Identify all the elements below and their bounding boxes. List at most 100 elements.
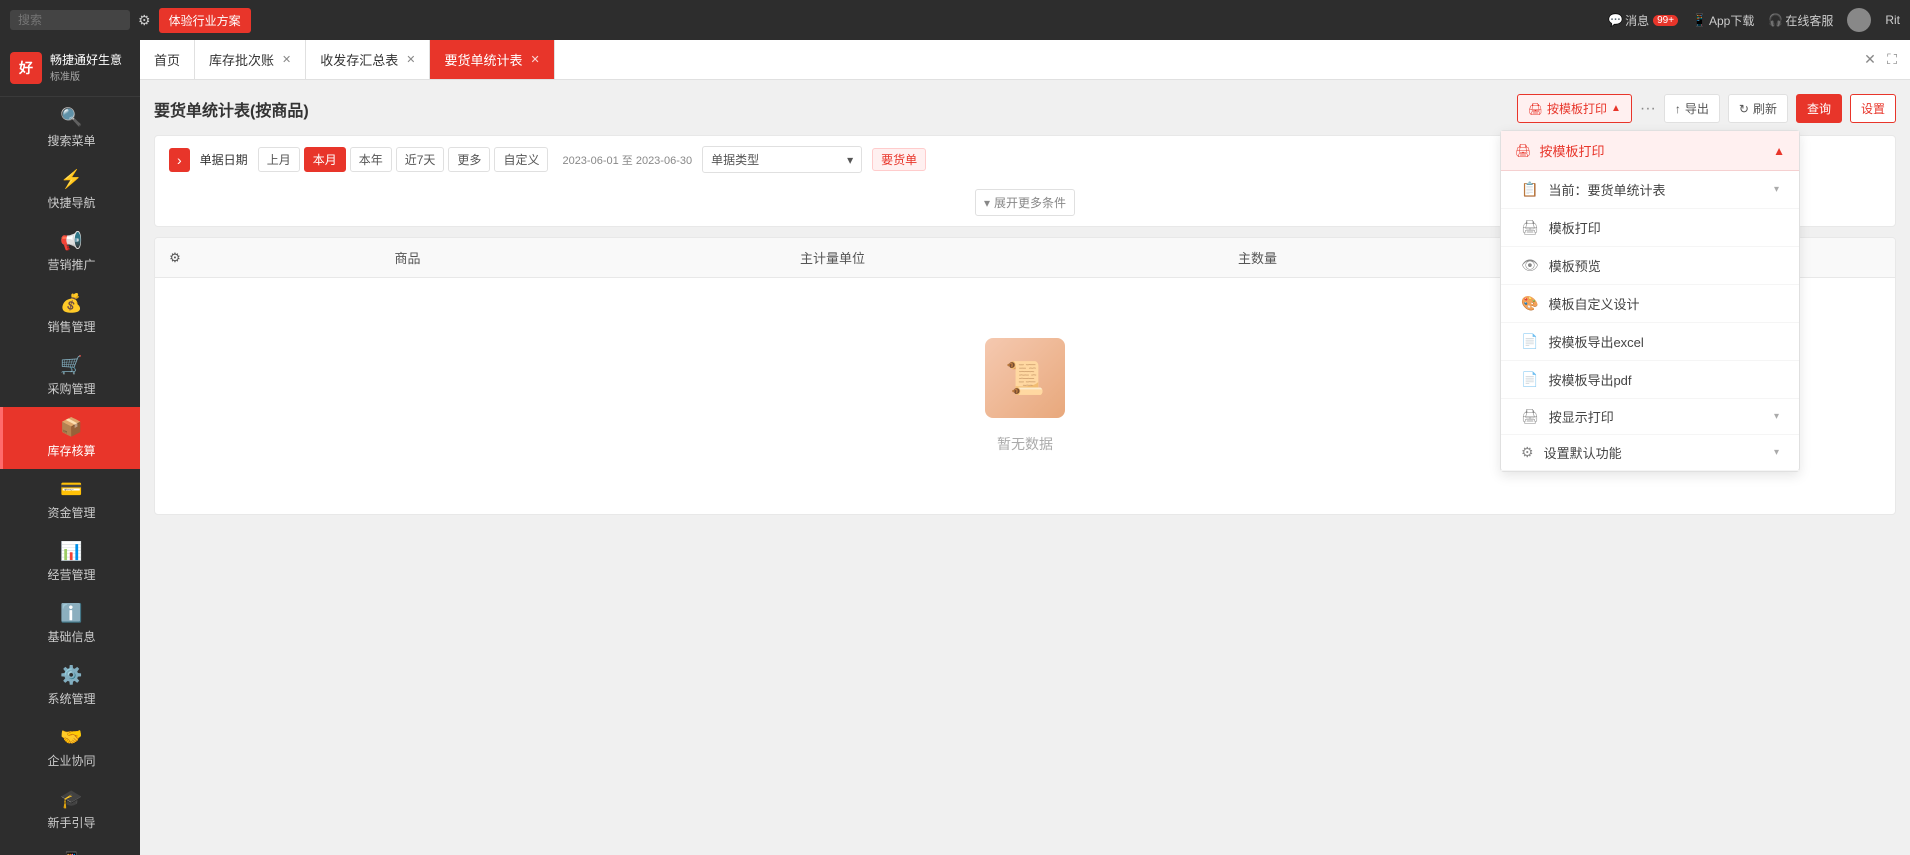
app-icon: 📱 <box>1692 13 1707 27</box>
content-area: 首页 库存批次账 ✕ 收发存汇总表 ✕ 要货单统计表 ✕ ✕ ⛶ <box>140 40 1910 855</box>
query-btn[interactable]: 查询 <box>1796 94 1842 123</box>
goods-tag[interactable]: 要货单 <box>872 148 926 171</box>
sidebar-item-appstore[interactable]: 📱 应用中心 <box>0 841 140 855</box>
empty-icon: 📜 <box>985 338 1065 418</box>
print-dropdown-title: 按模板打印 <box>1540 141 1605 160</box>
refresh-label: 刷新 <box>1753 100 1777 117</box>
search-input[interactable] <box>10 10 130 30</box>
filter-expand-left[interactable]: › <box>169 148 190 172</box>
sidebar-item-sales[interactable]: 💰 销售管理 <box>0 283 140 345</box>
sidebar-item-newbie[interactable]: 🎓 新手引导 <box>0 779 140 841</box>
export-btn[interactable]: ↑ 导出 <box>1664 94 1720 123</box>
expand-chevron-icon: ▾ <box>984 196 990 210</box>
dropdown-template-pdf[interactable]: 📄 按模板导出pdf <box>1501 361 1799 399</box>
settings-action-btn[interactable]: 设置 <box>1850 94 1896 123</box>
enterprise-icon: 🤝 <box>60 727 82 748</box>
settings-action-label: 设置 <box>1861 100 1885 117</box>
preview-icon: 👁 <box>1521 257 1539 274</box>
sidebar-item-basic[interactable]: ℹ️ 基础信息 <box>0 593 140 655</box>
current-icon: 📋 <box>1521 181 1538 198</box>
tab-home-label: 首页 <box>154 50 180 69</box>
industry-btn[interactable]: 体验行业方案 <box>159 8 251 33</box>
current-chevron: ▾ <box>1774 184 1779 195</box>
sidebar-item-search-menu[interactable]: 🔍 搜索菜单 <box>0 97 140 159</box>
print-template-label: 按模板打印 <box>1547 100 1607 117</box>
sidebar-item-marketing[interactable]: 📢 营销推广 <box>0 221 140 283</box>
dp-template-print-left: 🖨 模板打印 <box>1521 218 1601 237</box>
quick-nav-icon: ⚡ <box>60 169 82 190</box>
appstore-icon: 📱 <box>60 851 82 855</box>
dropdown-template-print[interactable]: 🖨 模板打印 <box>1501 209 1799 247</box>
app-download-item[interactable]: 📱 App下载 <box>1692 12 1754 29</box>
message-badge: 99+ <box>1653 15 1678 26</box>
dropdown-current[interactable]: 📋 当前：要货单统计表 ▾ <box>1501 171 1799 209</box>
sidebar-label-search: 搜索菜单 <box>47 132 95 149</box>
page-title: 要货单统计表(按商品) <box>154 97 309 121</box>
date-this-year[interactable]: 本年 <box>350 147 392 172</box>
date-prev-month[interactable]: 上月 <box>258 147 300 172</box>
date-this-month[interactable]: 本月 <box>304 147 346 172</box>
col-quantity: 主数量 <box>1045 248 1470 267</box>
sidebar-item-finance[interactable]: 💳 资金管理 <box>0 469 140 531</box>
tab-inventory-batch-close[interactable]: ✕ <box>282 53 291 66</box>
date-custom[interactable]: 自定义 <box>494 147 548 172</box>
dp-default-left: ⚙ 设置默认功能 <box>1521 443 1622 462</box>
export-icon: ↑ <box>1675 102 1681 116</box>
tab-order-stats[interactable]: 要货单统计表 ✕ <box>430 40 554 79</box>
preview-label: 模板预览 <box>1549 256 1601 275</box>
sidebar-item-purchase[interactable]: 🛒 采购管理 <box>0 345 140 407</box>
sidebar-item-quick-nav[interactable]: ⚡ 快捷导航 <box>0 159 140 221</box>
expand-more-btn[interactable]: ▾ 展开更多条件 <box>975 189 1075 216</box>
top-bar-right: 💬 消息 99+ 📱 App下载 🎧 在线客服 Rit <box>1608 8 1900 32</box>
message-icon: 💬 <box>1608 13 1623 27</box>
message-item[interactable]: 💬 消息 99+ <box>1608 12 1678 29</box>
template-print-label: 模板打印 <box>1549 218 1601 237</box>
system-icon: ⚙️ <box>60 665 82 686</box>
tab-home[interactable]: 首页 <box>140 40 195 79</box>
win-close-btn[interactable]: ✕ <box>1862 52 1878 68</box>
sidebar-item-inventory[interactable]: 📦 库存核算 <box>0 407 140 469</box>
tab-receivables-close[interactable]: ✕ <box>406 53 415 66</box>
date-more[interactable]: 更多 <box>448 147 490 172</box>
tab-receivables[interactable]: 收发存汇总表 ✕ <box>306 40 430 79</box>
user-avatar[interactable] <box>1847 8 1871 32</box>
main-layout: 好 畅捷通好生意 标准版 🔍 搜索菜单 ⚡ 快捷导航 📢 营销推广 💰 销售管理… <box>0 40 1910 855</box>
tab-inventory-batch-label: 库存批次账 <box>209 50 274 69</box>
user-label[interactable]: Rit <box>1885 13 1900 27</box>
date-buttons: 上月 本月 本年 近7天 更多 自定义 <box>258 147 549 172</box>
date-last-7[interactable]: 近7天 <box>396 147 445 172</box>
sidebar-logo: 好 畅捷通好生意 标准版 <box>0 40 140 97</box>
dropdown-template-excel[interactable]: 📄 按模板导出excel <box>1501 323 1799 361</box>
ellipsis-icon[interactable]: ··· <box>1640 100 1656 118</box>
win-expand-btn[interactable]: ⛶ <box>1884 52 1900 68</box>
sidebar-item-system[interactable]: ⚙️ 系统管理 <box>0 655 140 717</box>
settings-icon[interactable]: ⚙ <box>138 12 151 29</box>
message-label: 消息 <box>1625 12 1649 29</box>
col-goods: 商品 <box>195 248 620 267</box>
dropdown-default-func[interactable]: ⚙ 设置默认功能 ▾ <box>1501 435 1799 471</box>
type-select-chevron: ▾ <box>847 153 853 167</box>
dropdown-template-design[interactable]: 🎨 模板自定义设计 <box>1501 285 1799 323</box>
dropdown-display-print[interactable]: 🖨 按显示打印 ▾ <box>1501 399 1799 435</box>
tab-inventory-batch[interactable]: 库存批次账 ✕ <box>195 40 306 79</box>
print-dropdown: 🖨 按模板打印 ▲ 📋 当前：要货单统计表 ▾ 🖨 <box>1500 130 1800 472</box>
sidebar-label-purchase: 采购管理 <box>47 380 95 397</box>
dp-preview-left: 👁 模板预览 <box>1521 256 1601 275</box>
excel-label: 按模板导出excel <box>1548 332 1643 351</box>
display-print-label: 按显示打印 <box>1549 407 1614 426</box>
col-gear[interactable]: ⚙ <box>155 250 195 266</box>
basic-icon: ℹ️ <box>60 603 82 624</box>
tab-order-stats-close[interactable]: ✕ <box>531 53 540 66</box>
type-select[interactable]: 单据类型 ▾ <box>702 146 862 173</box>
sidebar-item-operations[interactable]: 📊 经营管理 <box>0 531 140 593</box>
refresh-btn[interactable]: ↻ 刷新 <box>1728 94 1788 123</box>
dropdown-header-left: 🖨 按模板打印 <box>1515 141 1605 160</box>
print-arrow-icon: ▲ <box>1611 103 1621 114</box>
pdf-icon: 📄 <box>1521 371 1538 388</box>
dropdown-collapse-icon[interactable]: ▲ <box>1773 144 1785 158</box>
dropdown-template-preview[interactable]: 👁 模板预览 <box>1501 247 1799 285</box>
tab-order-stats-label: 要货单统计表 <box>444 50 522 69</box>
sidebar-item-enterprise[interactable]: 🤝 企业协同 <box>0 717 140 779</box>
online-service-item[interactable]: 🎧 在线客服 <box>1768 12 1833 29</box>
print-template-btn[interactable]: 🖨 按模板打印 ▲ <box>1517 94 1632 123</box>
